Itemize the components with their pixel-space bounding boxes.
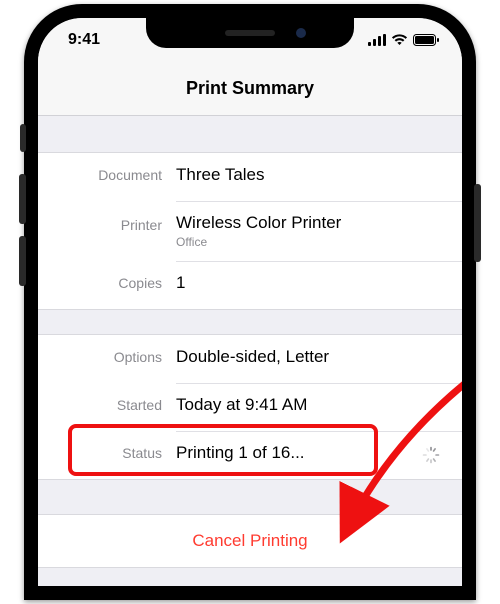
label-copies: Copies xyxy=(38,261,176,291)
row-started: Started Today at 9:41 AM xyxy=(38,383,462,431)
row-document: Document Three Tales xyxy=(38,153,462,201)
nav-bar: Print Summary xyxy=(38,62,462,116)
value-printer: Wireless Color Printer Office xyxy=(176,201,462,261)
row-options: Options Double-sided, Letter xyxy=(38,335,462,383)
section-gap xyxy=(38,310,462,334)
page-title: Print Summary xyxy=(186,78,314,99)
row-copies: Copies 1 xyxy=(38,261,462,309)
print-status-group: Options Double-sided, Letter Started Tod… xyxy=(38,334,462,480)
value-copies: 1 xyxy=(176,261,462,305)
power-button xyxy=(474,184,481,262)
row-cancel: Cancel Printing xyxy=(38,515,462,567)
print-details-group: Document Three Tales Printer Wireless Co… xyxy=(38,152,462,310)
value-status: Printing 1 of 16... xyxy=(176,431,462,475)
value-started: Today at 9:41 AM xyxy=(176,383,462,427)
action-group: Cancel Printing xyxy=(38,514,462,568)
value-printer-name: Wireless Color Printer xyxy=(176,213,341,232)
label-started: Started xyxy=(38,383,176,413)
row-status: Status Printing 1 of 16... xyxy=(38,431,462,479)
screen: 9:41 xyxy=(38,18,462,586)
silence-switch xyxy=(20,124,26,152)
battery-icon xyxy=(413,34,440,46)
value-document: Three Tales xyxy=(176,153,462,197)
label-document: Document xyxy=(38,153,176,183)
status-indicators xyxy=(368,34,440,46)
front-camera xyxy=(296,28,306,38)
cellular-icon xyxy=(368,34,386,46)
notch xyxy=(146,18,354,48)
speaker-grille xyxy=(225,30,275,36)
section-gap xyxy=(38,116,462,152)
volume-up-button xyxy=(19,174,26,224)
spinner-icon xyxy=(422,446,440,464)
cancel-printing-button[interactable]: Cancel Printing xyxy=(192,531,307,551)
wifi-icon xyxy=(391,34,408,46)
label-options: Options xyxy=(38,335,176,365)
label-status: Status xyxy=(38,431,176,461)
label-printer: Printer xyxy=(38,201,176,233)
volume-down-button xyxy=(19,236,26,286)
section-gap xyxy=(38,480,462,514)
row-printer[interactable]: Printer Wireless Color Printer Office xyxy=(38,201,462,261)
status-time: 9:41 xyxy=(68,31,100,49)
value-options: Double-sided, Letter xyxy=(176,335,462,379)
value-printer-location: Office xyxy=(176,235,446,249)
phone-frame: 9:41 xyxy=(24,4,476,600)
